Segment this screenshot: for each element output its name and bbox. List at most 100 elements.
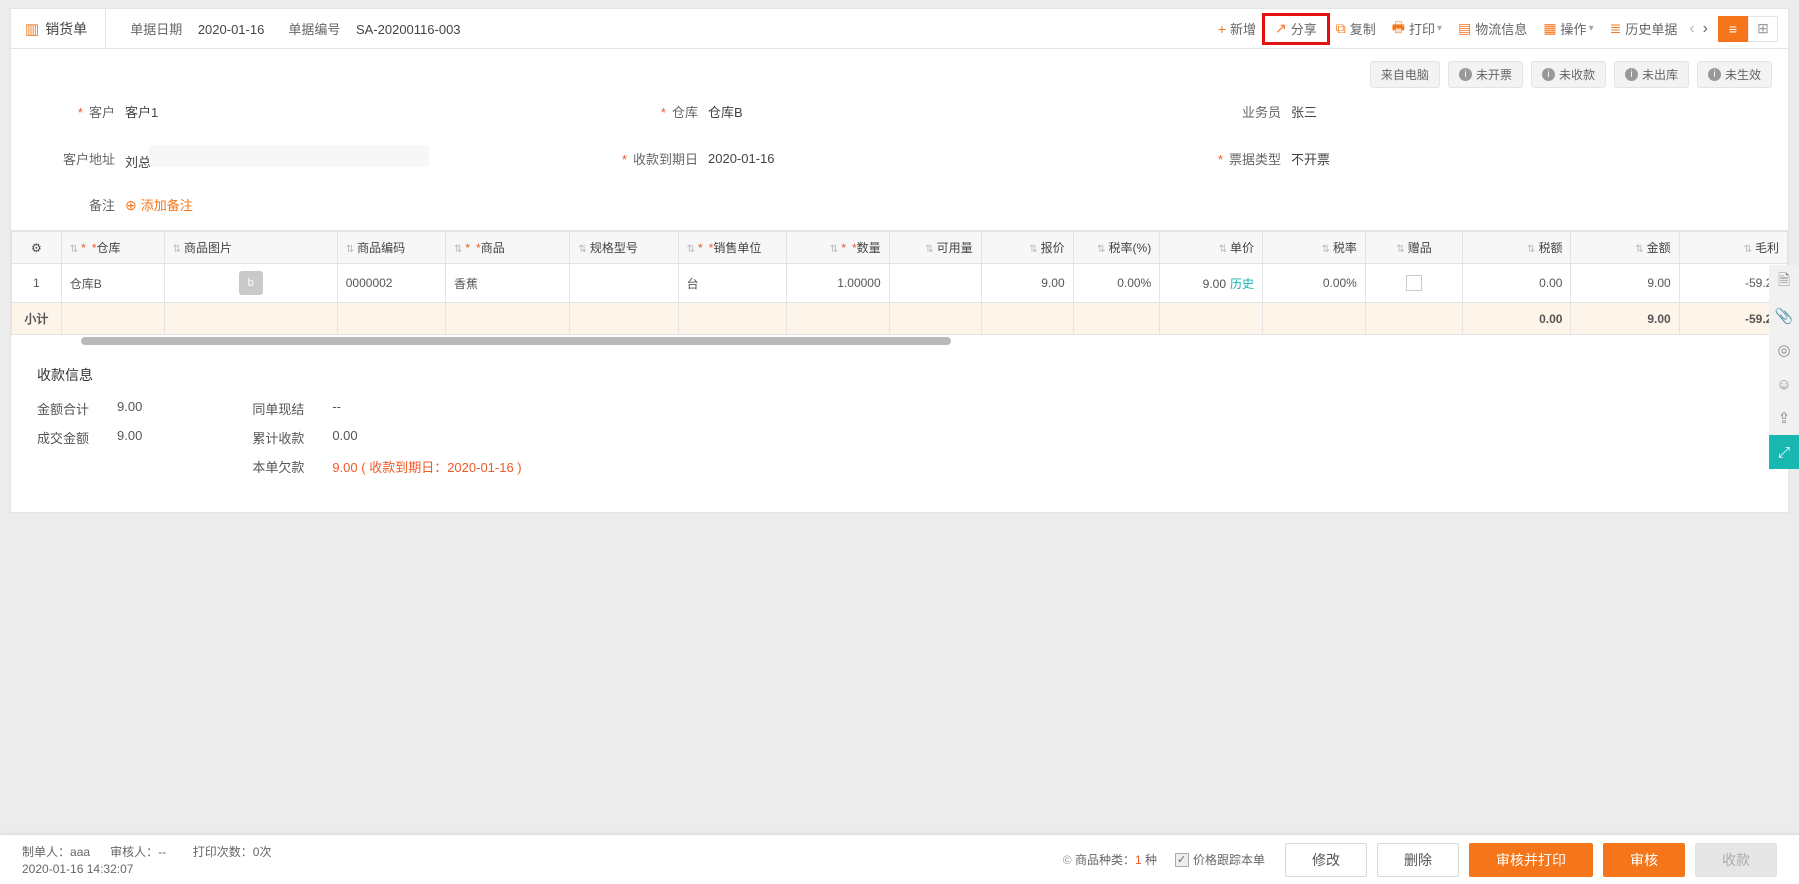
sidetool-note-icon[interactable]: 🗎 [1769, 265, 1799, 299]
cell-name[interactable]: 香蕉 [445, 264, 569, 303]
sidetool-user-icon[interactable]: ☺ [1769, 367, 1799, 401]
col-gross[interactable]: ⇅毛利 [1679, 232, 1787, 264]
tag-no-invoice[interactable]: i未开票 [1448, 61, 1523, 88]
history-button[interactable]: ≣历史单据 [1602, 16, 1686, 42]
value-deal: 9.00 [117, 428, 142, 447]
gift-checkbox[interactable] [1406, 275, 1422, 291]
price-history-link[interactable]: 历史 [1230, 277, 1254, 291]
print-icon: 🖶 [1392, 17, 1405, 41]
col-amount[interactable]: ⇅金额 [1571, 232, 1679, 264]
table-header-row: ⚙ ⇅*仓库 ⇅商品图片 ⇅商品编码 ⇅*商品 ⇅规格型号 ⇅*销售单位 ⇅*数… [12, 232, 1788, 264]
edit-button[interactable]: 修改 [1285, 843, 1367, 877]
tag-from-pc[interactable]: 来自电脑 [1370, 61, 1440, 88]
col-image[interactable]: ⇅商品图片 [164, 232, 337, 264]
label-remark: 备注 [25, 195, 125, 214]
col-tax-rate[interactable]: ⇅税率 [1263, 232, 1366, 264]
cell-gift[interactable] [1365, 264, 1462, 303]
subtotal-amount: 9.00 [1571, 303, 1679, 335]
cell-image[interactable]: b [164, 264, 337, 303]
sidetool-expand-icon[interactable]: ⤢ [1769, 435, 1799, 469]
plus-icon: + [1218, 21, 1226, 37]
col-qty[interactable]: ⇅*数量 [786, 232, 889, 264]
col-gear[interactable]: ⚙ [12, 232, 62, 264]
value-sales[interactable]: 张三 [1291, 102, 1317, 121]
cell-qty[interactable]: 1.00000 [786, 264, 889, 303]
cell-spec[interactable] [570, 264, 678, 303]
subtotal-label: 小计 [12, 303, 62, 335]
col-price[interactable]: ⇅单价 [1160, 232, 1263, 264]
value-owe: 9.00 ( 收款到期日：2020-01-16 ) [332, 457, 521, 476]
label-owe: 本单欠款 [252, 457, 332, 476]
logistics-button[interactable]: ▤物流信息 [1450, 16, 1535, 42]
value-duedate[interactable]: 2020-01-16 [708, 151, 775, 166]
col-rate[interactable]: ⇅税率(%) [1073, 232, 1160, 264]
sidetool-globe-icon[interactable]: ◎ [1769, 333, 1799, 367]
audit-print-button[interactable]: 审核并打印 [1469, 843, 1593, 877]
doc-date: 单据日期 2020-01-16 [130, 19, 264, 38]
value-address[interactable]: 刘总 [125, 145, 429, 171]
receive-button[interactable]: 收款 [1695, 843, 1777, 877]
info-icon: i [1459, 68, 1472, 81]
add-button[interactable]: +新增 [1210, 16, 1264, 42]
tag-no-out[interactable]: i未出库 [1614, 61, 1689, 88]
col-name[interactable]: ⇅*商品 [445, 232, 569, 264]
cell-unit[interactable]: 台 [678, 264, 786, 303]
doc-title-tab: ▥ 销货单 [11, 9, 106, 48]
label-sum: 累计收款 [252, 428, 332, 447]
cell-price[interactable]: 9.00历史 [1160, 264, 1263, 303]
image-placeholder-icon: b [239, 271, 263, 295]
view-list-button[interactable]: ≡ [1718, 16, 1748, 42]
goods-kind: © 商品种类：1 种 [1063, 851, 1157, 868]
value-customer[interactable]: 客户1 [125, 102, 158, 121]
cell-rate[interactable]: 0.00% [1073, 264, 1160, 303]
value-sum: 0.00 [332, 428, 357, 447]
copy-button[interactable]: ⧉复制 [1328, 16, 1384, 42]
label-total: 金额合计 [37, 399, 117, 418]
chevron-down-icon: ▾ [1437, 23, 1442, 34]
value-same: -- [332, 399, 341, 418]
col-code[interactable]: ⇅商品编码 [337, 232, 445, 264]
value-warehouse[interactable]: 仓库B [708, 102, 743, 121]
truck-icon: ▤ [1458, 20, 1471, 37]
cell-warehouse[interactable]: 仓库B [61, 264, 164, 303]
sidetool-attachment-icon[interactable]: 📎 [1769, 299, 1799, 333]
cell-available[interactable] [889, 264, 981, 303]
info-icon: i [1542, 68, 1555, 81]
sidetool-upload-icon[interactable]: ⇪ [1769, 401, 1799, 435]
cell-code[interactable]: 0000002 [337, 264, 445, 303]
cell-tax-amt[interactable]: 0.00 [1463, 264, 1571, 303]
print-button[interactable]: 🖶打印▾ [1384, 16, 1450, 42]
doc-title: 销货单 [45, 19, 87, 39]
cell-list-price[interactable]: 9.00 [981, 264, 1073, 303]
col-gift[interactable]: ⇅赠品 [1365, 232, 1462, 264]
add-remark-button[interactable]: 添加备注 [125, 198, 193, 213]
table-h-scrollbar[interactable] [11, 335, 1788, 347]
ops-button[interactable]: ▦操作▾ [1535, 16, 1601, 42]
audit-button[interactable]: 审核 [1603, 843, 1685, 877]
col-tax-amt[interactable]: ⇅税额 [1463, 232, 1571, 264]
grid-icon: ▦ [1543, 20, 1556, 37]
share-button[interactable]: ↗分享 [1267, 16, 1325, 42]
value-total: 9.00 [117, 399, 142, 418]
tag-no-receipt[interactable]: i未收款 [1531, 61, 1606, 88]
next-doc-button[interactable]: › [1699, 20, 1712, 38]
col-list-price[interactable]: ⇅报价 [981, 232, 1073, 264]
view-card-button[interactable]: ⊞ [1748, 16, 1778, 42]
cell-tax-rate[interactable]: 0.00% [1263, 264, 1366, 303]
table-row[interactable]: 1 仓库B b 0000002 香蕉 台 1.00000 9.00 0.00% … [12, 264, 1788, 303]
col-sale-unit[interactable]: ⇅*销售单位 [678, 232, 786, 264]
table-subtotal-row: 小计 0.00 9.00 -59.21 [12, 303, 1788, 335]
col-spec[interactable]: ⇅规格型号 [570, 232, 678, 264]
tag-not-effect[interactable]: i未生效 [1697, 61, 1772, 88]
col-available[interactable]: ⇅可用量 [889, 232, 981, 264]
checkbox-icon [1175, 853, 1189, 867]
subtotal-tax: 0.00 [1463, 303, 1571, 335]
history-icon: ≣ [1610, 20, 1622, 37]
delete-button[interactable]: 删除 [1377, 843, 1459, 877]
follow-price-checkbox[interactable]: 价格跟踪本单 [1175, 851, 1265, 868]
value-invoice[interactable]: 不开票 [1291, 149, 1330, 168]
col-warehouse[interactable]: ⇅*仓库 [61, 232, 164, 264]
prev-doc-button[interactable]: ‹ [1685, 20, 1698, 38]
cell-amount[interactable]: 9.00 [1571, 264, 1679, 303]
share-icon: ↗ [1275, 20, 1287, 37]
